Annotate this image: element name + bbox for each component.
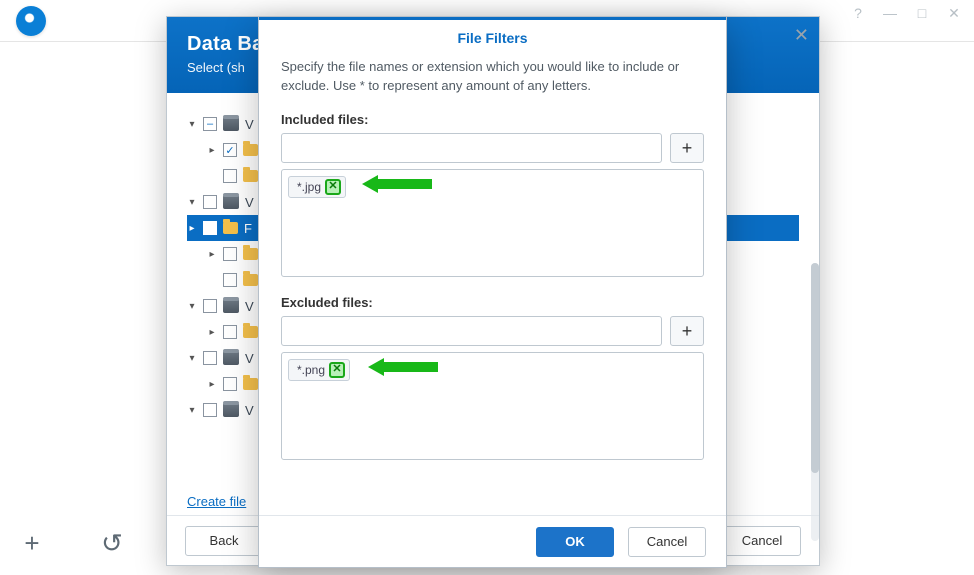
expand-arrow-icon[interactable]: ▾: [187, 197, 197, 208]
checkbox[interactable]: [223, 273, 237, 287]
cancel-button[interactable]: Cancel: [628, 527, 706, 557]
create-file-filter-link[interactable]: Create file: [187, 494, 246, 509]
folder-icon: [223, 222, 238, 234]
file-filters-dialog: File Filters Specify the file names or e…: [258, 16, 727, 568]
dialog-body: Specify the file names or extension whic…: [259, 52, 726, 515]
excluded-files-label: Excluded files:: [281, 295, 704, 310]
expand-arrow-icon[interactable]: ▸: [187, 223, 197, 234]
tree-label: V: [245, 403, 254, 418]
tree-scrollbar-thumb[interactable]: [811, 263, 819, 473]
tree-label: V: [245, 299, 254, 314]
checkbox[interactable]: [223, 325, 237, 339]
expand-arrow-icon[interactable]: ▾: [187, 119, 197, 130]
add-task-icon[interactable]: +: [10, 523, 54, 563]
tree-label: F: [244, 221, 252, 236]
included-chip-box: *.jpg ✕: [281, 169, 704, 277]
folder-icon: [243, 248, 258, 260]
filter-chip-label: *.jpg: [297, 180, 321, 194]
expand-arrow-icon[interactable]: ▸: [207, 145, 217, 156]
history-icon[interactable]: ↺: [90, 523, 134, 563]
filter-chip-label: *.png: [297, 363, 325, 377]
annotation-arrow-icon: [368, 358, 438, 376]
included-input[interactable]: [281, 133, 662, 163]
dialog-title: File Filters: [259, 20, 726, 52]
bottom-left-tools: + ↺: [10, 523, 134, 563]
included-add-row: +: [281, 133, 704, 163]
checkbox[interactable]: [203, 299, 217, 313]
filter-chip[interactable]: *.png ✕: [288, 359, 350, 381]
volume-icon: [223, 403, 239, 417]
excluded-chip-box: *.png ✕: [281, 352, 704, 460]
excluded-add-row: +: [281, 316, 704, 346]
help-icon[interactable]: ?: [846, 4, 870, 22]
dialog-footer: OK Cancel: [259, 515, 726, 567]
volume-icon: [223, 195, 239, 209]
folder-icon: [243, 144, 258, 156]
expand-arrow-icon[interactable]: ▾: [187, 353, 197, 364]
checkbox[interactable]: [203, 195, 217, 209]
expand-arrow-icon[interactable]: ▸: [207, 327, 217, 338]
folder-icon: [243, 378, 258, 390]
volume-icon: [223, 299, 239, 313]
remove-chip-icon[interactable]: ✕: [325, 179, 341, 195]
checkbox[interactable]: [223, 377, 237, 391]
folder-icon: [243, 274, 258, 286]
checkbox[interactable]: [203, 117, 217, 131]
expand-arrow-icon[interactable]: ▸: [207, 249, 217, 260]
tree-label: V: [245, 117, 254, 132]
volume-icon: [223, 351, 239, 365]
ok-button[interactable]: OK: [536, 527, 614, 557]
maximize-icon[interactable]: □: [910, 4, 934, 22]
expand-arrow-icon[interactable]: ▾: [187, 405, 197, 416]
tree-label: V: [245, 195, 254, 210]
tree-label: V: [245, 351, 254, 366]
remove-chip-icon[interactable]: ✕: [329, 362, 345, 378]
close-window-icon[interactable]: ✕: [942, 4, 966, 22]
expand-arrow-icon[interactable]: ▾: [187, 301, 197, 312]
checkbox[interactable]: [203, 403, 217, 417]
wizard-close-icon[interactable]: ✕: [794, 25, 809, 46]
checkbox[interactable]: [223, 143, 237, 157]
window-controls: ? — □ ✕: [846, 4, 966, 22]
excluded-add-button[interactable]: +: [670, 316, 704, 346]
expand-arrow-icon[interactable]: ▸: [207, 379, 217, 390]
excluded-input[interactable]: [281, 316, 662, 346]
minimize-icon[interactable]: —: [878, 4, 902, 22]
annotation-arrow-icon: [362, 175, 432, 193]
folder-icon: [243, 170, 258, 182]
folder-icon: [243, 326, 258, 338]
tree-scrollbar[interactable]: [811, 263, 819, 541]
checkbox[interactable]: [203, 351, 217, 365]
back-button[interactable]: Back: [185, 526, 263, 556]
app-logo-icon[interactable]: [16, 6, 46, 36]
filter-chip[interactable]: *.jpg ✕: [288, 176, 346, 198]
included-add-button[interactable]: +: [670, 133, 704, 163]
checkbox[interactable]: [223, 169, 237, 183]
checkbox[interactable]: [203, 221, 217, 235]
checkbox[interactable]: [223, 247, 237, 261]
dialog-description: Specify the file names or extension whic…: [281, 58, 704, 96]
wizard-cancel-button[interactable]: Cancel: [723, 526, 801, 556]
included-files-label: Included files:: [281, 112, 704, 127]
volume-icon: [223, 117, 239, 131]
